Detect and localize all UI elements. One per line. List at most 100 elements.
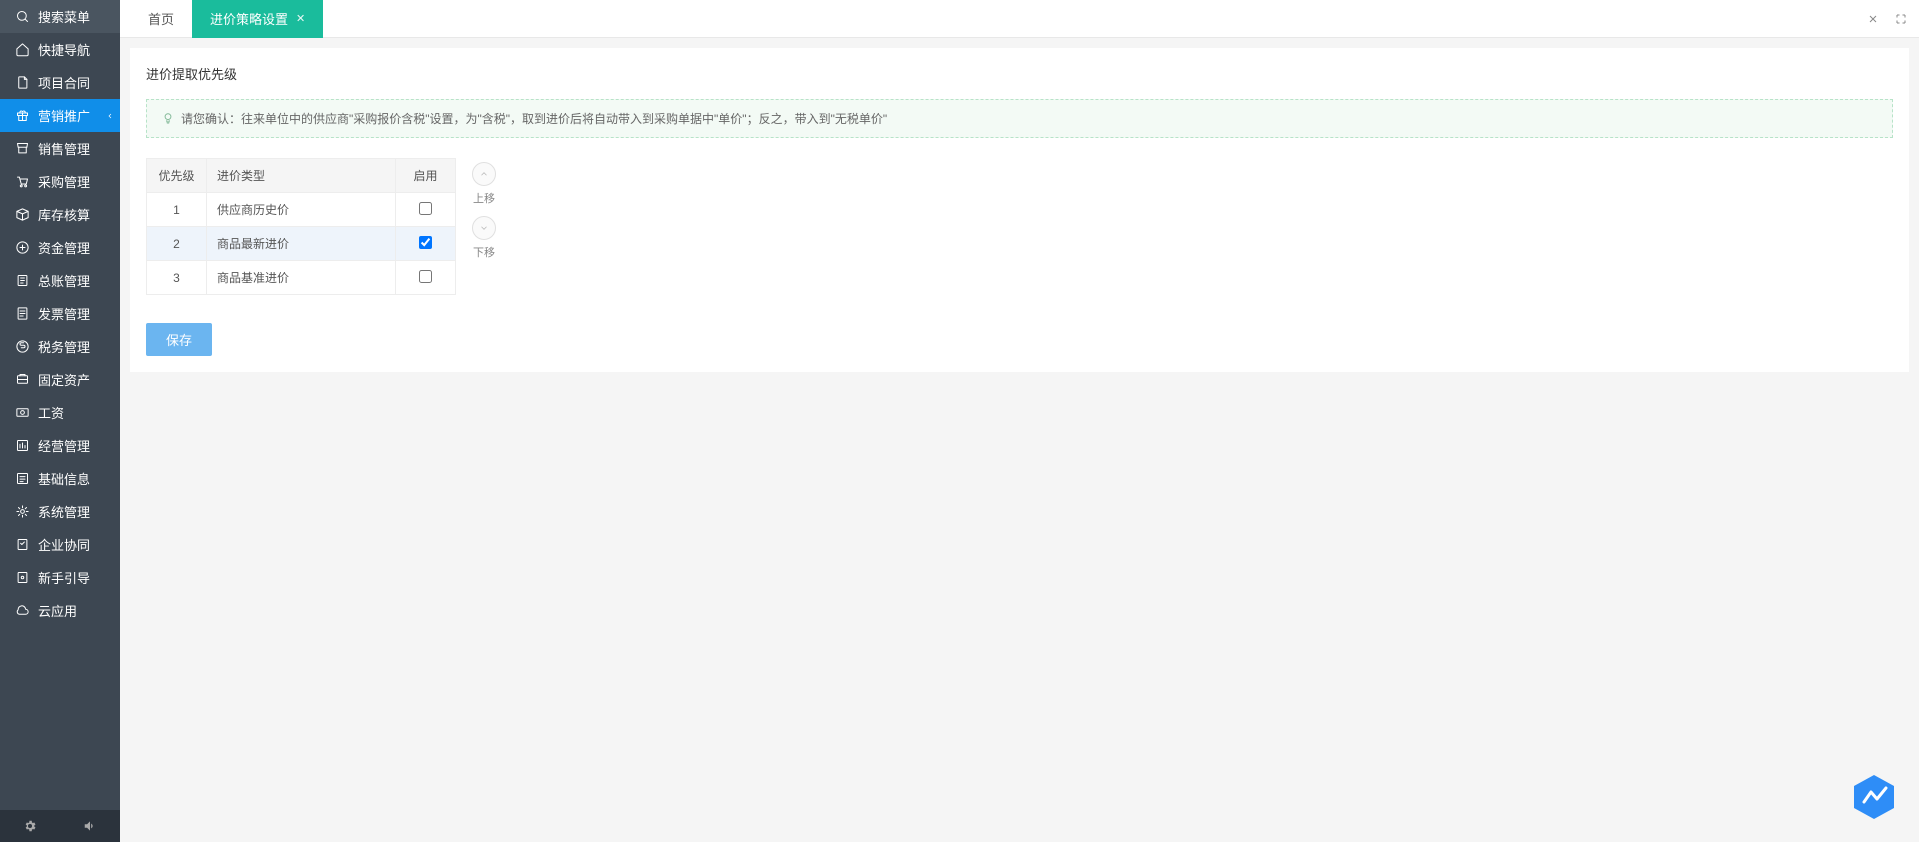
enable-checkbox[interactable] [419,202,432,215]
sidebar-item-search[interactable]: 搜索菜单 [0,0,120,33]
guide-icon [14,570,30,586]
info-icon [14,471,30,487]
sidebar-item-label: 工资 [38,403,64,422]
shop-icon [14,141,30,157]
cell-type: 商品基准进价 [207,261,396,295]
collab-icon [14,537,30,553]
system-icon [14,504,30,520]
header-enable: 启用 [396,159,456,193]
cell-type: 商品最新进价 [207,227,396,261]
sidebar-item-label: 云应用 [38,601,77,620]
chevron-left-icon [106,112,114,120]
alert-tip: 请您确认：往来单位中的供应商"采购报价含税"设置，为"含税"，取到进价后将自动带… [146,99,1893,138]
sidebar-item-label: 资金管理 [38,238,90,257]
cell-priority: 1 [147,193,207,227]
cell-type: 供应商历史价 [207,193,396,227]
sidebar-item-box[interactable]: 库存核算 [0,198,120,231]
sidebar-item-label: 企业协同 [38,535,90,554]
sidebar-item-label: 营销推广 [38,106,90,125]
doc-icon [14,75,30,91]
tax-icon [14,339,30,355]
table-row[interactable]: 1供应商历史价 [147,193,456,227]
sidebar-item-info[interactable]: 基础信息 [0,462,120,495]
move-controls: 上移 下移 [472,158,496,266]
business-icon [14,438,30,454]
cell-enable [396,227,456,261]
sidebar-item-label: 新手引导 [38,568,90,587]
cell-priority: 3 [147,261,207,295]
sidebar-item-salary[interactable]: 工资 [0,396,120,429]
money-icon [14,240,30,256]
enable-checkbox[interactable] [419,270,432,283]
content: 进价提取优先级 请您确认：往来单位中的供应商"采购报价含税"设置，为"含税"，取… [120,38,1919,842]
sidebar-item-label: 发票管理 [38,304,90,323]
sidebar-item-cloud[interactable]: 云应用 [0,594,120,627]
tab-label: 首页 [148,9,174,28]
move-down-label: 下移 [473,244,495,260]
invoice-icon [14,306,30,322]
sidebar: 搜索菜单快捷导航项目合同营销推广销售管理采购管理库存核算资金管理总账管理发票管理… [0,0,120,842]
sidebar-item-asset[interactable]: 固定资产 [0,363,120,396]
cloud-icon [14,603,30,619]
save-button[interactable]: 保存 [146,323,212,356]
header-priority: 优先级 [147,159,207,193]
cart-icon [14,174,30,190]
table-row[interactable]: 3商品基准进价 [147,261,456,295]
close-icon[interactable]: ✕ [296,12,305,25]
fullscreen-icon[interactable] [1891,9,1911,29]
sidebar-item-home[interactable]: 快捷导航 [0,33,120,66]
sidebar-item-label: 基础信息 [38,469,90,488]
gift-icon [14,108,30,124]
asset-icon [14,372,30,388]
salary-icon [14,405,30,421]
assistant-badge[interactable] [1849,772,1899,822]
section-title: 进价提取优先级 [146,64,1893,83]
sidebar-item-doc[interactable]: 项目合同 [0,66,120,99]
sidebar-item-label: 固定资产 [38,370,90,389]
sidebar-item-label: 销售管理 [38,139,90,158]
alert-text: 请您确认：往来单位中的供应商"采购报价含税"设置，为"含税"，取到进价后将自动带… [181,110,887,127]
search-icon [14,9,30,25]
cell-priority: 2 [147,227,207,261]
sidebar-item-tax[interactable]: 税务管理 [0,330,120,363]
sidebar-item-label: 税务管理 [38,337,90,356]
ledger-icon [14,273,30,289]
header-type: 进价类型 [207,159,396,193]
sidebar-item-system[interactable]: 系统管理 [0,495,120,528]
home-icon [14,42,30,58]
sidebar-item-label: 快捷导航 [38,40,90,59]
sidebar-item-label: 库存核算 [38,205,90,224]
sidebar-item-guide[interactable]: 新手引导 [0,561,120,594]
sidebar-item-ledger[interactable]: 总账管理 [0,264,120,297]
sidebar-item-invoice[interactable]: 发票管理 [0,297,120,330]
sidebar-item-label: 采购管理 [38,172,90,191]
close-all-icon[interactable] [1863,9,1883,29]
sidebar-item-collab[interactable]: 企业协同 [0,528,120,561]
sidebar-item-label: 经营管理 [38,436,90,455]
tab-price-strategy[interactable]: 进价策略设置 ✕ [192,0,323,38]
sidebar-item-label: 项目合同 [38,73,90,92]
cell-enable [396,193,456,227]
tab-home[interactable]: 首页 [130,0,192,38]
sidebar-item-gift[interactable]: 营销推广 [0,99,120,132]
sidebar-item-money[interactable]: 资金管理 [0,231,120,264]
sidebar-item-cart[interactable]: 采购管理 [0,165,120,198]
move-down-button[interactable] [472,216,496,240]
sidebar-item-label: 系统管理 [38,502,90,521]
sidebar-item-shop[interactable]: 销售管理 [0,132,120,165]
lightbulb-icon [161,112,175,126]
move-up-button[interactable] [472,162,496,186]
sound-icon[interactable] [83,819,97,833]
sidebar-item-label: 搜索菜单 [38,7,90,26]
tabs-tools [1863,9,1919,29]
cell-enable [396,261,456,295]
tab-label: 进价策略设置 [210,9,288,28]
tabs-bar: 首页 进价策略设置 ✕ [120,0,1919,38]
box-icon [14,207,30,223]
enable-checkbox[interactable] [419,236,432,249]
settings-icon[interactable] [23,819,37,833]
sidebar-item-business[interactable]: 经营管理 [0,429,120,462]
table-row[interactable]: 2商品最新进价 [147,227,456,261]
priority-table: 优先级 进价类型 启用 1供应商历史价2商品最新进价3商品基准进价 [146,158,456,295]
move-up-label: 上移 [473,190,495,206]
